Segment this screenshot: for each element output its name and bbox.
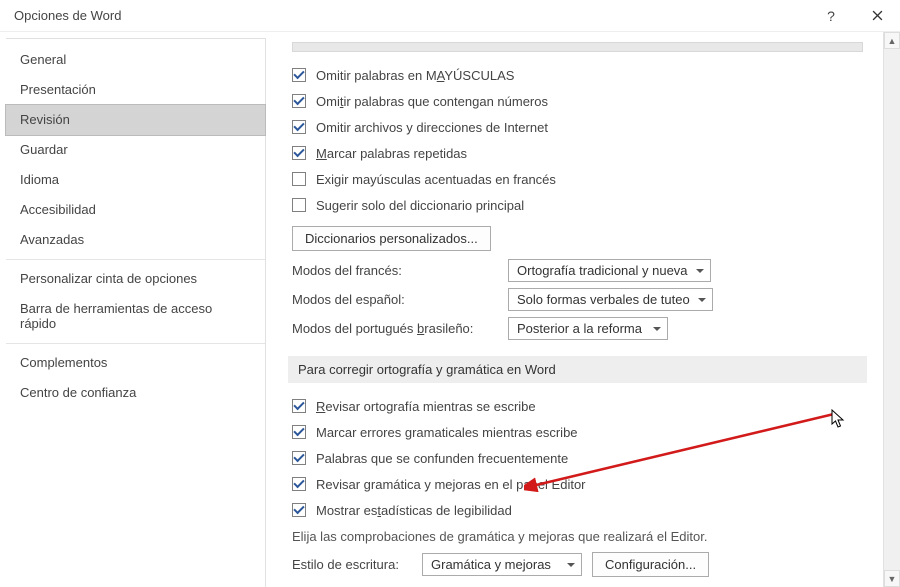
option-row: Revisar gramática y mejoras en el panel … xyxy=(292,473,863,495)
checkbox-s2-2[interactable] xyxy=(292,451,306,465)
option-label: Palabras que se confunden frecuentemente xyxy=(316,451,568,466)
sidebar-separator xyxy=(6,343,265,344)
option-row: Omitir palabras que contengan números xyxy=(292,90,863,112)
close-icon xyxy=(872,10,883,21)
mode-label: Modos del francés: xyxy=(292,263,508,278)
checkbox-s2-4[interactable] xyxy=(292,503,306,517)
checkbox-s2-3[interactable] xyxy=(292,477,306,491)
mode-label: Modos del portugués brasileño: xyxy=(292,321,508,336)
sidebar-item-avanzadas[interactable]: Avanzadas xyxy=(6,225,265,255)
help-button[interactable]: ? xyxy=(808,0,854,32)
category-sidebar: GeneralPresentaciónRevisiónGuardarIdioma… xyxy=(6,38,266,587)
content-scroll: Omitir palabras en MAYÚSCULAS Omitir pala… xyxy=(266,32,883,587)
checkbox-ac-3[interactable] xyxy=(292,146,306,160)
window-title: Opciones de Word xyxy=(14,8,808,23)
sidebar-item-revisi-n[interactable]: Revisión xyxy=(6,105,265,135)
mode-row: Modos del portugués brasileño:Posterior … xyxy=(292,317,863,340)
titlebar: Opciones de Word ? xyxy=(0,0,900,32)
option-row: Revisar ortografía mientras se escribe xyxy=(292,395,863,417)
mode-dropdown-1[interactable]: Solo formas verbales de tuteo xyxy=(508,288,713,311)
sidebar-item-complementos[interactable]: Complementos xyxy=(6,348,265,378)
option-label: Omitir archivos y direcciones de Interne… xyxy=(316,120,548,135)
option-row: Palabras que se confunden frecuentemente xyxy=(292,447,863,469)
option-label: Sugerir solo del diccionario principal xyxy=(316,198,524,213)
sidebar-separator xyxy=(6,259,265,260)
content-pane: Omitir palabras en MAYÚSCULAS Omitir pala… xyxy=(266,32,883,587)
sidebar-item-general[interactable]: General xyxy=(6,45,265,75)
mode-dropdown-2[interactable]: Posterior a la reforma xyxy=(508,317,668,340)
close-button[interactable] xyxy=(854,0,900,32)
mode-dropdown-0[interactable]: Ortografía tradicional y nueva xyxy=(508,259,711,282)
mode-row: Modos del español:Solo formas verbales d… xyxy=(292,288,863,311)
option-label: Mostrar estadísticas de legibilidad xyxy=(316,503,512,518)
option-row: Omitir palabras en MAYÚSCULAS xyxy=(292,64,863,86)
sidebar-item-presentaci-n[interactable]: Presentación xyxy=(6,75,265,105)
writing-style-label: Estilo de escritura: xyxy=(292,557,422,572)
option-row: Mostrar estadísticas de legibilidad xyxy=(292,499,863,521)
sidebar-item-accesibilidad[interactable]: Accesibilidad xyxy=(6,195,265,225)
option-label: Revisar gramática y mejoras en el panel … xyxy=(316,477,586,492)
scroll-up-button[interactable]: ▲ xyxy=(884,32,900,49)
option-label: Omitir palabras en MAYÚSCULAS xyxy=(316,68,514,83)
mode-label: Modos del español: xyxy=(292,292,508,307)
checkbox-ac-5[interactable] xyxy=(292,198,306,212)
scroll-down-button[interactable]: ▼ xyxy=(884,570,900,587)
checkbox-ac-1[interactable] xyxy=(292,94,306,108)
option-row: Sugerir solo del diccionario principal xyxy=(292,194,863,216)
section-divider xyxy=(292,42,863,52)
editor-desc: Elija las comprobaciones de gramática y … xyxy=(292,529,863,544)
settings-button[interactable]: Configuración... xyxy=(592,552,709,577)
option-row: Marcar errores gramaticales mientras esc… xyxy=(292,421,863,443)
checkbox-ac-0[interactable] xyxy=(292,68,306,82)
checkbox-ac-2[interactable] xyxy=(292,120,306,134)
option-label: Marcar errores gramaticales mientras esc… xyxy=(316,425,578,440)
sidebar-item-guardar[interactable]: Guardar xyxy=(6,135,265,165)
dialog-body: GeneralPresentaciónRevisiónGuardarIdioma… xyxy=(0,32,900,587)
sidebar-item-personalizar-cinta-de-opciones[interactable]: Personalizar cinta de opciones xyxy=(6,264,265,294)
option-row: Exigir mayúsculas acentuadas en francés xyxy=(292,168,863,190)
sidebar-item-idioma[interactable]: Idioma xyxy=(6,165,265,195)
content-inner: Omitir palabras en MAYÚSCULAS Omitir pala… xyxy=(292,64,863,587)
scroll-track[interactable] xyxy=(884,49,900,570)
mode-row: Modos del francés:Ortografía tradicional… xyxy=(292,259,863,282)
writing-style-dropdown[interactable]: Gramática y mejoras xyxy=(422,553,582,576)
option-label: Marcar palabras repetidas xyxy=(316,146,467,161)
scrollbar[interactable]: ▲ ▼ xyxy=(883,32,900,587)
checkbox-s2-1[interactable] xyxy=(292,425,306,439)
sidebar-item-centro-de-confianza[interactable]: Centro de confianza xyxy=(6,378,265,408)
option-row: Omitir archivos y direcciones de Interne… xyxy=(292,116,863,138)
checkbox-s2-0[interactable] xyxy=(292,399,306,413)
option-label: Revisar ortografía mientras se escribe xyxy=(316,399,536,414)
checkbox-ac-4[interactable] xyxy=(292,172,306,186)
option-label: Exigir mayúsculas acentuadas en francés xyxy=(316,172,556,187)
sidebar-item-barra-de-herramientas-de-acceso-r-pido[interactable]: Barra de herramientas de acceso rápido xyxy=(6,294,265,339)
section-spelling-grammar: Para corregir ortografía y gramática en … xyxy=(288,356,867,383)
option-row: Marcar palabras repetidas xyxy=(292,142,863,164)
custom-dictionaries-button[interactable]: Diccionarios personalizados... xyxy=(292,226,491,251)
option-label: Omitir palabras que contengan números xyxy=(316,94,548,109)
